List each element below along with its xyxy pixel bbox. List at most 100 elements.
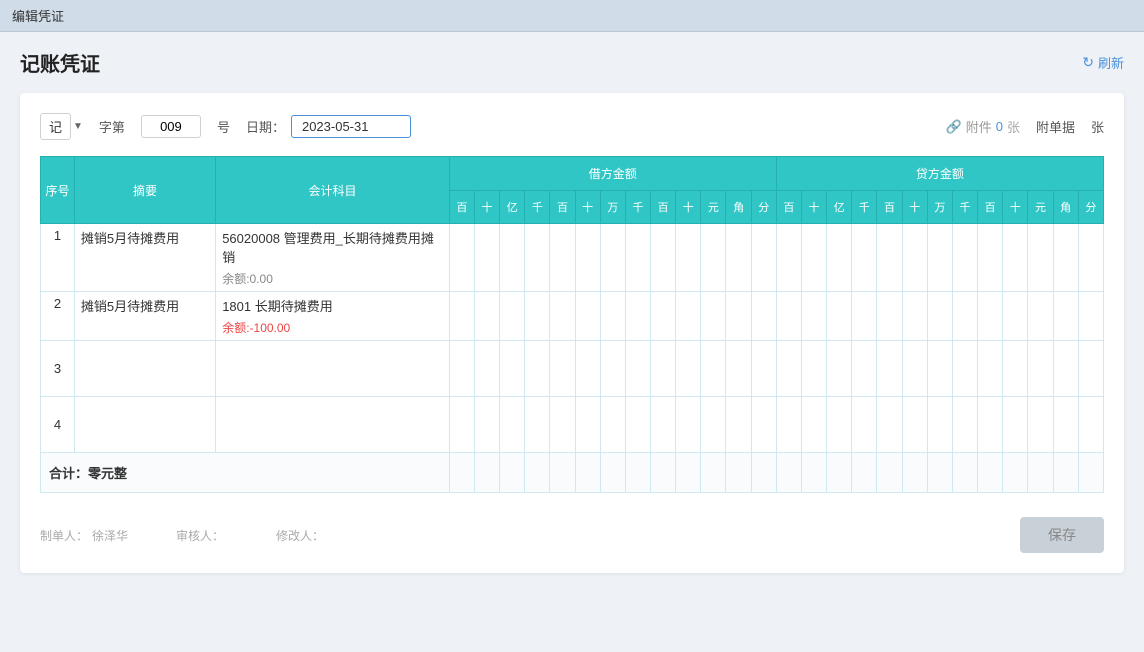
voucher-type-dropdown-icon[interactable]: ▼ bbox=[73, 121, 83, 132]
r4-c2[interactable] bbox=[801, 397, 826, 453]
r3-c11[interactable] bbox=[1028, 341, 1053, 397]
row-summary-2[interactable]: 摊销5月待摊费用 bbox=[74, 292, 215, 341]
r4-d10[interactable] bbox=[676, 397, 701, 453]
r3-d10[interactable] bbox=[676, 341, 701, 397]
r3-d3[interactable] bbox=[500, 341, 525, 397]
r4-c1[interactable] bbox=[776, 397, 801, 453]
r1-d9[interactable] bbox=[651, 224, 676, 292]
r2-d9[interactable] bbox=[651, 292, 676, 341]
r3-c7[interactable] bbox=[927, 341, 952, 397]
r3-d7[interactable] bbox=[600, 341, 625, 397]
r4-d6[interactable] bbox=[575, 397, 600, 453]
r3-d11[interactable] bbox=[701, 341, 726, 397]
r2-c12[interactable] bbox=[1053, 292, 1078, 341]
row-account-3[interactable] bbox=[216, 341, 450, 397]
row-summary-4[interactable] bbox=[74, 397, 215, 453]
r2-c5[interactable] bbox=[877, 292, 902, 341]
r3-d6[interactable] bbox=[575, 341, 600, 397]
r2-d4[interactable] bbox=[525, 292, 550, 341]
r1-c6[interactable] bbox=[902, 224, 927, 292]
r3-c8[interactable] bbox=[952, 341, 977, 397]
fudanjv-label[interactable]: 附单据 bbox=[1036, 117, 1075, 136]
attachment-label[interactable]: 附件 bbox=[966, 117, 992, 136]
r4-d8[interactable] bbox=[625, 397, 650, 453]
r1-d5[interactable] bbox=[550, 224, 575, 292]
r2-c3[interactable] bbox=[827, 292, 852, 341]
r2-c7[interactable] bbox=[927, 292, 952, 341]
r4-c5[interactable] bbox=[877, 397, 902, 453]
r4-c7[interactable] bbox=[927, 397, 952, 453]
r2-d6[interactable] bbox=[575, 292, 600, 341]
r1-d7[interactable] bbox=[600, 224, 625, 292]
r3-d13[interactable] bbox=[751, 341, 776, 397]
r1-d1[interactable] bbox=[449, 224, 474, 292]
save-button[interactable]: 保存 bbox=[1020, 517, 1104, 553]
r1-c3[interactable] bbox=[827, 224, 852, 292]
r3-c10[interactable] bbox=[1003, 341, 1028, 397]
r1-d11[interactable] bbox=[701, 224, 726, 292]
r1-d4[interactable] bbox=[525, 224, 550, 292]
r3-d8[interactable] bbox=[625, 341, 650, 397]
r4-c12[interactable] bbox=[1053, 397, 1078, 453]
r2-c10[interactable] bbox=[1003, 292, 1028, 341]
r2-d12[interactable] bbox=[726, 292, 751, 341]
r2-c2[interactable] bbox=[801, 292, 826, 341]
r1-d6[interactable] bbox=[575, 224, 600, 292]
r1-d12[interactable] bbox=[726, 224, 751, 292]
r3-d4[interactable] bbox=[525, 341, 550, 397]
row-account-1[interactable]: 56020008 管理费用_长期待摊费用摊销 余额:0.00 bbox=[216, 224, 450, 292]
r2-c1[interactable] bbox=[776, 292, 801, 341]
row-account-2[interactable]: 1801 长期待摊费用 余额:-100.00 bbox=[216, 292, 450, 341]
r1-d2[interactable] bbox=[474, 224, 499, 292]
r4-d4[interactable] bbox=[525, 397, 550, 453]
r4-d1[interactable] bbox=[449, 397, 474, 453]
r2-d3[interactable] bbox=[500, 292, 525, 341]
r1-c9[interactable] bbox=[978, 224, 1003, 292]
r1-d3[interactable] bbox=[500, 224, 525, 292]
r4-c11[interactable] bbox=[1028, 397, 1053, 453]
row-summary-1[interactable]: 摊销5月待摊费用 bbox=[74, 224, 215, 292]
voucher-number-input[interactable] bbox=[141, 115, 201, 138]
r3-d5[interactable] bbox=[550, 341, 575, 397]
r3-c4[interactable] bbox=[852, 341, 877, 397]
refresh-button[interactable]: ↻ 刷新 bbox=[1082, 53, 1124, 72]
r3-c13[interactable] bbox=[1078, 341, 1103, 397]
row-summary-3[interactable] bbox=[74, 341, 215, 397]
r4-d11[interactable] bbox=[701, 397, 726, 453]
r3-d12[interactable] bbox=[726, 341, 751, 397]
r2-c8[interactable] bbox=[952, 292, 977, 341]
row-account-4[interactable] bbox=[216, 397, 450, 453]
r1-d13[interactable] bbox=[751, 224, 776, 292]
r4-c13[interactable] bbox=[1078, 397, 1103, 453]
r4-c10[interactable] bbox=[1003, 397, 1028, 453]
r1-c7[interactable] bbox=[927, 224, 952, 292]
r3-c5[interactable] bbox=[877, 341, 902, 397]
r2-d13[interactable] bbox=[751, 292, 776, 341]
r2-d8[interactable] bbox=[625, 292, 650, 341]
r4-d5[interactable] bbox=[550, 397, 575, 453]
r2-d5[interactable] bbox=[550, 292, 575, 341]
r2-c11[interactable] bbox=[1028, 292, 1053, 341]
r2-c13[interactable] bbox=[1078, 292, 1103, 341]
r4-c3[interactable] bbox=[827, 397, 852, 453]
r1-c5[interactable] bbox=[877, 224, 902, 292]
r4-d2[interactable] bbox=[474, 397, 499, 453]
r1-d10[interactable] bbox=[676, 224, 701, 292]
r3-c9[interactable] bbox=[978, 341, 1003, 397]
r4-c9[interactable] bbox=[978, 397, 1003, 453]
r1-c2[interactable] bbox=[801, 224, 826, 292]
date-input[interactable] bbox=[291, 115, 411, 138]
r2-d10[interactable] bbox=[676, 292, 701, 341]
r3-d9[interactable] bbox=[651, 341, 676, 397]
r1-c10[interactable] bbox=[1003, 224, 1028, 292]
r1-c13[interactable] bbox=[1078, 224, 1103, 292]
r2-c6[interactable] bbox=[902, 292, 927, 341]
r1-c1[interactable] bbox=[776, 224, 801, 292]
voucher-type-value[interactable]: 记 bbox=[40, 113, 71, 140]
r3-c1[interactable] bbox=[776, 341, 801, 397]
r2-d7[interactable] bbox=[600, 292, 625, 341]
r1-c12[interactable] bbox=[1053, 224, 1078, 292]
r1-c11[interactable] bbox=[1028, 224, 1053, 292]
r2-c4[interactable] bbox=[852, 292, 877, 341]
r4-d9[interactable] bbox=[651, 397, 676, 453]
